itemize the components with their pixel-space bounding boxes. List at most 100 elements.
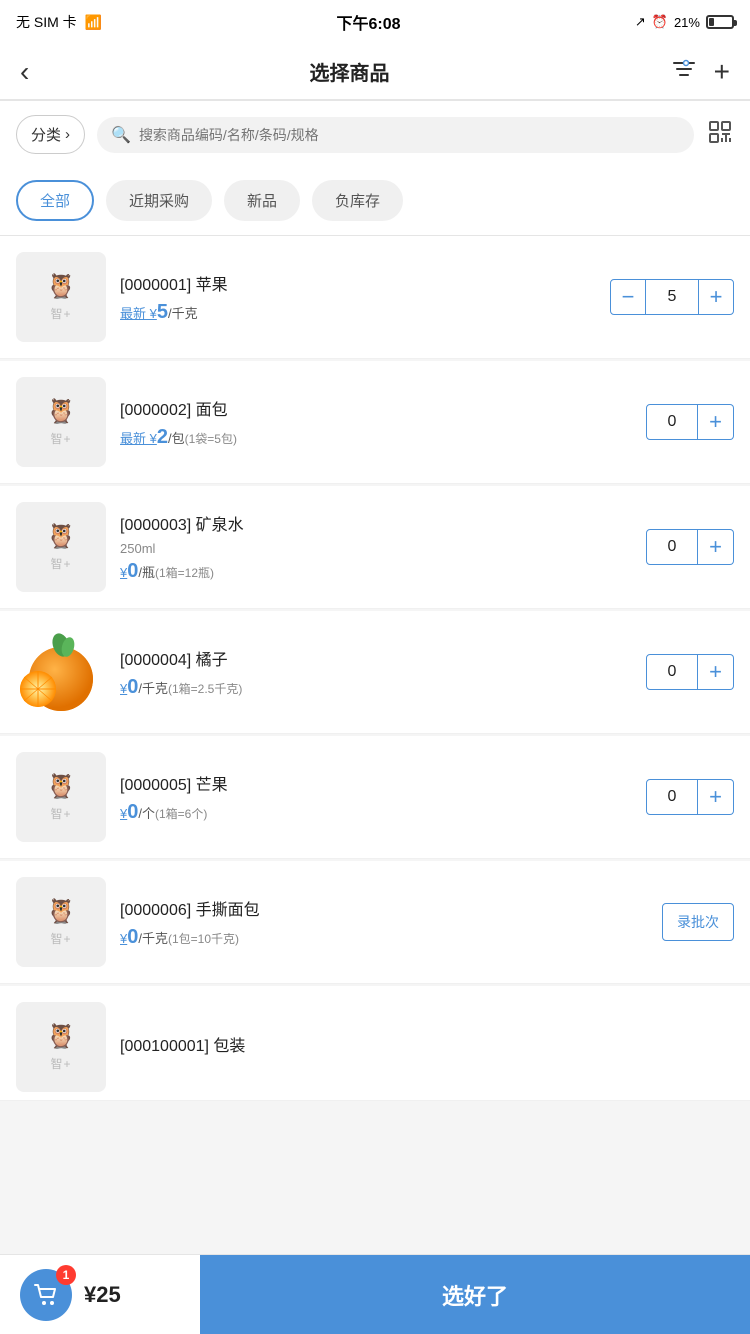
product-item: 🦉 智+ [0000003] 矿泉水 250ml ¥0/瓶(1箱=12瓶) + bbox=[0, 486, 750, 609]
owl-icon: 🦉 bbox=[46, 772, 76, 801]
product-price: 最新 ¥5/千克 bbox=[120, 301, 596, 324]
bottom-bar: 1 ¥25 选好了 bbox=[0, 1254, 750, 1334]
product-item: 🦉 智+ [0000005] 芒果 ¥0/个(1箱=6个) + bbox=[0, 736, 750, 859]
product-name: [0000003] 矿泉水 bbox=[120, 511, 632, 535]
qty-controls: + bbox=[646, 654, 734, 690]
status-bar: 无 SIM 卡 📶 下午6:08 ↗ ⏰ 21% bbox=[0, 0, 750, 44]
tab-negative[interactable]: 负库存 bbox=[312, 180, 403, 221]
owl-icon: 🦉 bbox=[46, 1022, 76, 1051]
qty-controls: + bbox=[646, 404, 734, 440]
qty-plus-button[interactable]: + bbox=[698, 529, 734, 565]
product-thumbnail: 🦉 智+ bbox=[16, 752, 106, 842]
product-info: [0000001] 苹果 最新 ¥5/千克 bbox=[120, 271, 596, 324]
owl-icon: 🦉 bbox=[46, 272, 76, 301]
qty-controls: − + bbox=[610, 279, 734, 315]
back-button[interactable]: ‹ bbox=[20, 56, 29, 88]
category-chevron: › bbox=[65, 126, 70, 143]
price-value: 5 bbox=[157, 301, 168, 323]
product-item: 🦉 智+ [0000002] 面包 最新 ¥2/包(1袋=5包) + bbox=[0, 361, 750, 484]
product-info: [0000003] 矿泉水 250ml ¥0/瓶(1箱=12瓶) bbox=[120, 511, 632, 583]
add-icon[interactable]: + bbox=[714, 56, 730, 88]
price-unit: /瓶 bbox=[138, 565, 155, 580]
product-name: [0000001] 苹果 bbox=[120, 271, 596, 295]
product-item: 🦉 智+ [0000006] 手撕面包 ¥0/千克(1包=10千克) 录批次 bbox=[0, 861, 750, 984]
price-value: 0 bbox=[127, 560, 138, 582]
qty-input[interactable] bbox=[646, 529, 698, 565]
cart-badge: 1 bbox=[56, 1265, 76, 1285]
search-box[interactable]: 🔍 bbox=[97, 117, 694, 153]
product-name: [0000006] 手撕面包 bbox=[120, 896, 648, 920]
product-thumbnail: 🦉 智+ bbox=[16, 502, 106, 592]
price-value: 0 bbox=[127, 676, 138, 698]
price-note: (1箱=12瓶) bbox=[155, 566, 214, 580]
product-thumbnail: 🦉 智+ bbox=[16, 377, 106, 467]
price-unit: /千克 bbox=[168, 306, 198, 321]
qty-input[interactable] bbox=[646, 779, 698, 815]
wifi-icon: 📶 bbox=[85, 14, 102, 31]
price-unit: /千克 bbox=[138, 931, 168, 946]
product-name: [000100001] 包装 bbox=[120, 1032, 734, 1056]
cart-icon-button[interactable]: 1 bbox=[20, 1269, 72, 1321]
qty-input[interactable] bbox=[646, 404, 698, 440]
qty-controls: + bbox=[646, 529, 734, 565]
qty-plus-button[interactable]: + bbox=[698, 779, 734, 815]
product-price: ¥0/千克(1包=10千克) bbox=[120, 926, 648, 949]
product-thumbnail: 🦉 智+ bbox=[16, 1002, 106, 1092]
price-note: (1包=10千克) bbox=[168, 932, 239, 946]
product-price: 最新 ¥2/包(1袋=5包) bbox=[120, 426, 632, 449]
qty-plus-button[interactable]: + bbox=[698, 279, 734, 315]
qty-plus-button[interactable]: + bbox=[698, 654, 734, 690]
product-thumbnail: 🦉 智+ bbox=[16, 877, 106, 967]
product-name: [0000002] 面包 bbox=[120, 396, 632, 420]
filter-row: 分类 › 🔍 bbox=[0, 101, 750, 168]
scan-icon[interactable] bbox=[706, 118, 734, 152]
product-list: 🦉 智+ [0000001] 苹果 最新 ¥5/千克 − + 🦉 智+ [000… bbox=[0, 236, 750, 1101]
nav-right: + bbox=[670, 55, 730, 89]
price-unit: /个 bbox=[138, 806, 155, 821]
qty-plus-button[interactable]: + bbox=[698, 404, 734, 440]
product-info: [0000006] 手撕面包 ¥0/千克(1包=10千克) bbox=[120, 896, 648, 949]
nav-bar: ‹ 选择商品 + bbox=[0, 44, 750, 100]
tab-all[interactable]: 全部 bbox=[16, 180, 94, 221]
cart-total: ¥25 bbox=[84, 1282, 121, 1308]
category-button[interactable]: 分类 › bbox=[16, 115, 85, 154]
product-price: ¥0/千克(1箱=2.5千克) bbox=[120, 676, 632, 699]
qty-controls: + bbox=[646, 779, 734, 815]
status-right: ↗ ⏰ 21% bbox=[635, 14, 734, 30]
status-center: 下午6:08 bbox=[336, 10, 400, 34]
price-note: (1袋=5包) bbox=[185, 432, 237, 446]
price-value: 2 bbox=[157, 426, 168, 448]
confirm-button[interactable]: 选好了 bbox=[200, 1255, 750, 1334]
price-prefix: 最新 ¥ bbox=[120, 306, 157, 321]
product-item: 🦉 智+ [0000001] 苹果 最新 ¥5/千克 − + bbox=[0, 236, 750, 359]
location-icon: ↗ bbox=[635, 14, 646, 30]
page-title: 选择商品 bbox=[309, 57, 389, 86]
price-value: 0 bbox=[127, 926, 138, 948]
product-info: [0000005] 芒果 ¥0/个(1箱=6个) bbox=[120, 771, 632, 824]
product-item-partial: 🦉 智+ [000100001] 包装 bbox=[0, 986, 750, 1101]
owl-icon: 🦉 bbox=[46, 522, 76, 551]
batch-button[interactable]: 录批次 bbox=[662, 903, 734, 941]
battery-icon bbox=[706, 15, 734, 29]
search-icon: 🔍 bbox=[111, 125, 131, 145]
price-prefix: 最新 ¥ bbox=[120, 431, 157, 446]
qty-minus-button[interactable]: − bbox=[610, 279, 646, 315]
tab-recent[interactable]: 近期采购 bbox=[106, 180, 212, 221]
qty-input[interactable] bbox=[646, 279, 698, 315]
tab-new[interactable]: 新品 bbox=[224, 180, 300, 221]
price-value: 0 bbox=[127, 801, 138, 823]
product-spec: 250ml bbox=[120, 541, 632, 556]
cart-section: 1 ¥25 bbox=[0, 1269, 200, 1321]
category-label: 分类 bbox=[31, 124, 61, 145]
tabs-row: 全部 近期采购 新品 负库存 bbox=[0, 168, 750, 236]
status-left: 无 SIM 卡 📶 bbox=[16, 12, 102, 32]
product-name: [0000004] 橘子 bbox=[120, 646, 632, 670]
batch-controls: 录批次 bbox=[662, 903, 734, 941]
search-input[interactable] bbox=[139, 127, 680, 143]
filter-icon[interactable] bbox=[670, 55, 698, 89]
qty-input[interactable] bbox=[646, 654, 698, 690]
nav-left: ‹ bbox=[20, 56, 29, 88]
product-name: [0000005] 芒果 bbox=[120, 771, 632, 795]
product-info: [0000004] 橘子 ¥0/千克(1箱=2.5千克) bbox=[120, 646, 632, 699]
price-unit: /包 bbox=[168, 431, 185, 446]
